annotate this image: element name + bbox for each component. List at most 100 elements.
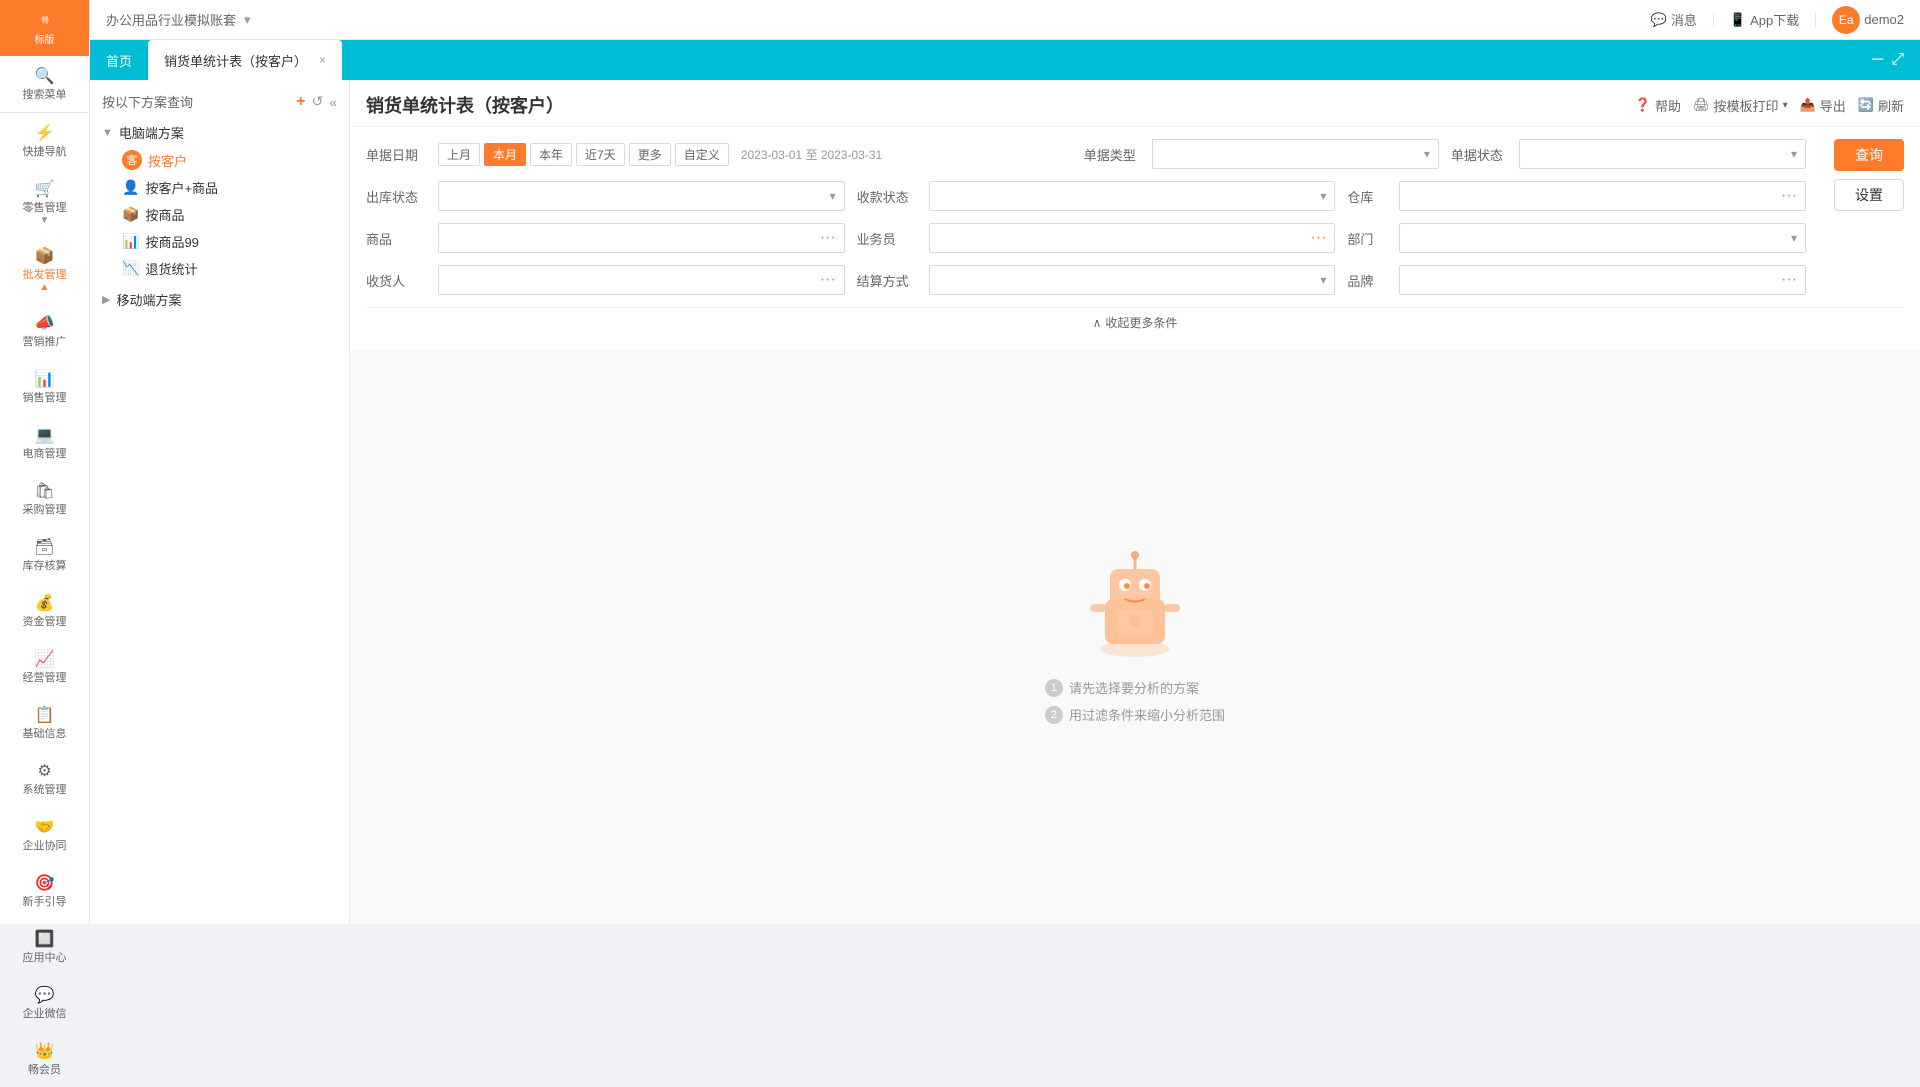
operations-icon: 📈	[35, 649, 55, 669]
tab-home[interactable]: 首页	[90, 40, 148, 80]
warehouse-select[interactable]: ···	[1399, 181, 1806, 211]
date-btn-more[interactable]: 更多	[629, 143, 671, 166]
date-quick-btns: 上月 本月 本年 近7天 更多 自定义 2023-03-01 至 2023-03…	[438, 143, 882, 166]
scheme-by-goods99[interactable]: 📊 按商品99	[90, 228, 349, 255]
department-chevron: ▾	[1791, 231, 1797, 245]
receiver-dots[interactable]: ···	[820, 271, 836, 289]
mobile-section-label: 移动端方案	[116, 290, 181, 309]
empty-hint-2-text: 用过滤条件来缩小分析范围	[1069, 705, 1225, 724]
company-info: 办公用品行业模拟账套 ▾	[106, 10, 251, 29]
empty-state: 1 请先选择要分析的方案 2 用过滤条件来缩小分析范围	[350, 349, 1920, 924]
basic-info-icon: 📋	[35, 705, 55, 725]
goods-dots[interactable]: ···	[820, 229, 836, 247]
dropdown-arrow-icon[interactable]: ▾	[244, 12, 251, 28]
app-center-icon: 🔲	[35, 929, 55, 949]
tab-expand-icon[interactable]: ⤢	[1891, 51, 1904, 69]
goods-select[interactable]: ···	[438, 223, 845, 253]
help-btn[interactable]: ❓ 帮助	[1635, 96, 1681, 115]
refresh-scheme-btn[interactable]: ↺	[311, 93, 323, 110]
refresh-btn[interactable]: 🔄 刷新	[1858, 96, 1904, 115]
date-btn-last-month[interactable]: 上月	[438, 143, 480, 166]
sidebar-item-wholesale[interactable]: 📦 批发管理 ▲	[0, 236, 89, 303]
scheme-return-stats[interactable]: 📉 退货统计	[90, 255, 349, 282]
chevron-up-icon: ▲	[40, 282, 50, 293]
filter-actions: 查询 设置	[1834, 139, 1904, 211]
settlement-chevron: ▾	[1320, 273, 1326, 287]
tab-minimize-icon[interactable]: ─	[1872, 51, 1883, 69]
sidebar-item-inventory[interactable]: 🗃 库存核算	[0, 527, 89, 583]
sidebar-item-finance[interactable]: 💰 资金管理	[0, 583, 89, 639]
receipt-type-select[interactable]: ▾	[1152, 139, 1439, 169]
tab-sales-stats[interactable]: 销货单统计表（按客户） ×	[148, 40, 342, 80]
settlement-label: 结算方式	[857, 271, 917, 290]
desktop-section-toggle[interactable]: ▼ 电脑端方案	[90, 119, 349, 146]
sidebar-label-enterprise: 企业协同	[23, 837, 67, 853]
settlement-select[interactable]: ▾	[929, 265, 1336, 295]
settings-btn[interactable]: 设置	[1834, 179, 1904, 211]
desktop-section-label: 电脑端方案	[119, 123, 184, 142]
warehouse-dots[interactable]: ···	[1781, 187, 1797, 205]
sidebar-item-system[interactable]: ⚙ 系统管理	[0, 751, 89, 807]
receipt-status-select[interactable]: ▾	[1519, 139, 1806, 169]
empty-hint-1: 1 请先选择要分析的方案	[1045, 678, 1225, 697]
warehouse-label: 仓库	[1347, 187, 1387, 206]
sidebar-item-quick-nav[interactable]: ⚡ 快捷导航	[0, 113, 89, 169]
salesperson-select[interactable]: ···	[929, 223, 1336, 253]
date-btn-this-year[interactable]: 本年	[530, 143, 572, 166]
user-profile-btn[interactable]: Ea demo2	[1832, 6, 1904, 34]
sidebar-item-enterprise[interactable]: 🤝 企业协同	[0, 807, 89, 863]
department-label: 部门	[1347, 229, 1387, 248]
empty-illustration	[1075, 549, 1195, 662]
active-tab-label: 销货单统计表（按客户）	[164, 51, 307, 70]
scheme-by-customer-goods[interactable]: 👤 按客户+商品	[90, 174, 349, 201]
sidebar-item-purchase[interactable]: 🛍 采购管理	[0, 471, 89, 527]
scheme-by-customer[interactable]: 客 按客户	[90, 146, 349, 174]
enterprise-icon: 🤝	[35, 817, 55, 837]
page-title-actions: ❓ 帮助 🖨 按模板打印 ▾ 📤 导出 🔄 刷新	[1635, 96, 1904, 115]
brand-select[interactable]: ···	[1399, 265, 1806, 295]
export-btn[interactable]: 📤 导出	[1800, 96, 1846, 115]
sidebar-item-ecommerce[interactable]: 💻 电商管理	[0, 415, 89, 471]
query-btn[interactable]: 查询	[1834, 139, 1904, 171]
template-print-btn[interactable]: 🖨 按模板打印 ▾	[1693, 96, 1788, 115]
sidebar-item-sales[interactable]: 📊 销售管理	[0, 359, 89, 415]
sidebar-item-newbie[interactable]: 🎯 新手引导	[0, 863, 89, 919]
brand-dots[interactable]: ···	[1781, 271, 1797, 289]
mobile-section-toggle[interactable]: ▶ 移动端方案	[90, 286, 349, 313]
collapse-more-bar[interactable]: ∧ 收起更多条件	[366, 307, 1904, 337]
message-btn[interactable]: 💬 消息	[1651, 10, 1697, 29]
scheme-customer-goods-label: 按客户+商品	[145, 178, 218, 197]
tab-close-btn[interactable]: ×	[319, 53, 326, 67]
department-select[interactable]: ▾	[1399, 223, 1806, 253]
add-scheme-btn[interactable]: +	[296, 93, 305, 111]
sidebar-item-app-center[interactable]: 🔲 应用中心	[0, 919, 89, 975]
date-btn-this-month[interactable]: 本月	[484, 143, 526, 166]
receipt-status-chevron: ▾	[1791, 147, 1797, 161]
sidebar-item-marketing[interactable]: 📣 营销推广	[0, 303, 89, 359]
export-label: 导出	[1820, 96, 1846, 115]
delivery-status-select[interactable]: ▾	[438, 181, 845, 211]
receiver-select[interactable]: ···	[438, 265, 845, 295]
sidebar-item-search[interactable]: 🔍 搜索菜单	[0, 56, 89, 113]
collapse-panel-btn[interactable]: «	[329, 94, 337, 110]
refresh-label: 刷新	[1878, 96, 1904, 115]
home-tab-label: 首页	[106, 51, 132, 70]
scheme-by-goods[interactable]: 📦 按商品	[90, 201, 349, 228]
date-btn-custom[interactable]: 自定义	[675, 143, 729, 166]
app-download-btn[interactable]: 📱 App下载	[1730, 10, 1799, 29]
export-icon: 📤	[1800, 97, 1816, 113]
sidebar-item-operations[interactable]: 📈 经营管理	[0, 639, 89, 695]
sidebar-item-retail[interactable]: 🛒 零售管理 ▼	[0, 169, 89, 236]
sidebar-item-member[interactable]: 👑 畅会员	[0, 1031, 89, 1087]
empty-hint-2: 2 用过滤条件来缩小分析范围	[1045, 705, 1225, 724]
newbie-icon: 🎯	[35, 873, 55, 893]
sidebar-label-search: 搜索菜单	[23, 86, 67, 102]
date-btn-7days[interactable]: 近7天	[576, 143, 625, 166]
salesperson-dots[interactable]: ···	[1310, 229, 1326, 247]
collection-status-select[interactable]: ▾	[929, 181, 1336, 211]
sidebar-item-wechat[interactable]: 💬 企业微信	[0, 975, 89, 1031]
tab-actions: ─ ⤢	[1872, 51, 1904, 69]
sidebar-item-basic-info[interactable]: 📋 基础信息	[0, 695, 89, 751]
logo-icon: 畅	[27, 10, 63, 29]
scheme-goods99-label: 按商品99	[145, 232, 198, 251]
